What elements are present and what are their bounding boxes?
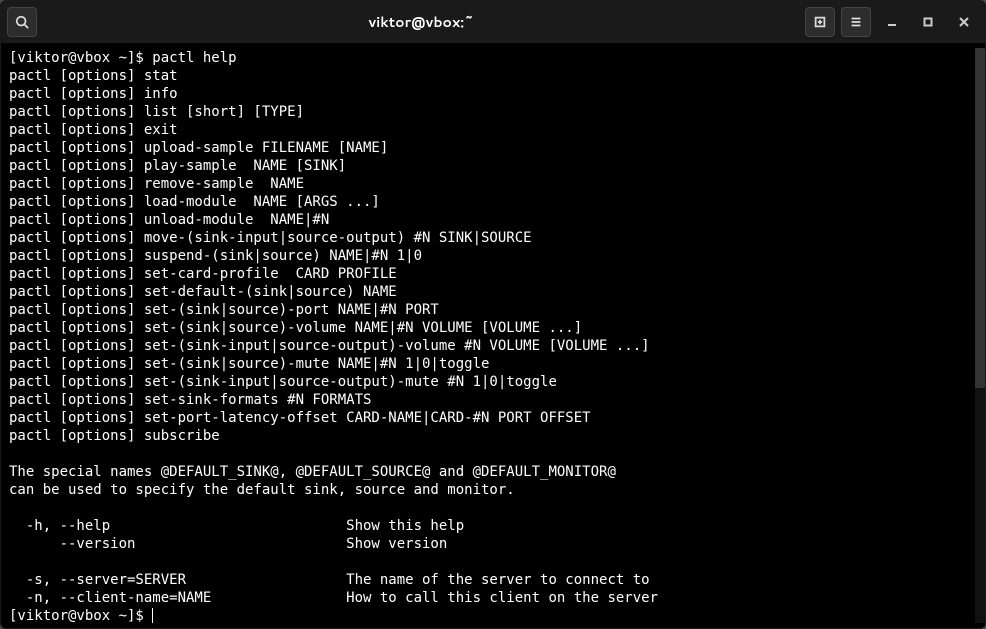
scrollbar[interactable] [975,48,985,623]
prompt-text: [viktor@vbox ~]$ [9,608,152,624]
titlebar-right [805,7,979,37]
new-tab-icon [813,15,827,29]
close-button[interactable] [949,7,979,37]
minimize-button[interactable] [877,7,907,37]
hamburger-icon [849,15,863,29]
new-tab-button[interactable] [805,7,835,37]
scrollbar-thumb[interactable] [975,48,985,388]
command-text: pactl help [152,50,236,66]
titlebar-left [7,7,37,37]
cursor [152,608,153,623]
minimize-icon [886,16,898,28]
maximize-button[interactable] [913,7,943,37]
menu-button[interactable] [841,7,871,37]
window-title: viktor@vbox:~ [43,12,799,32]
close-icon [958,16,970,28]
terminal-content[interactable]: [viktor@vbox ~]$ pactl help pactl [optio… [1,43,985,628]
prompt-line-1: [viktor@vbox ~]$ pactl help [9,50,237,66]
titlebar: viktor@vbox:~ [1,1,985,43]
terminal-output: pactl [options] stat pactl [options] inf… [9,68,658,606]
maximize-icon [922,16,934,28]
prompt-text: [viktor@vbox ~]$ [9,50,152,66]
prompt-line-2: [viktor@vbox ~]$ [9,608,152,624]
search-button[interactable] [7,7,37,37]
search-icon [15,15,29,29]
terminal-window: viktor@vbox:~ [0,0,986,629]
